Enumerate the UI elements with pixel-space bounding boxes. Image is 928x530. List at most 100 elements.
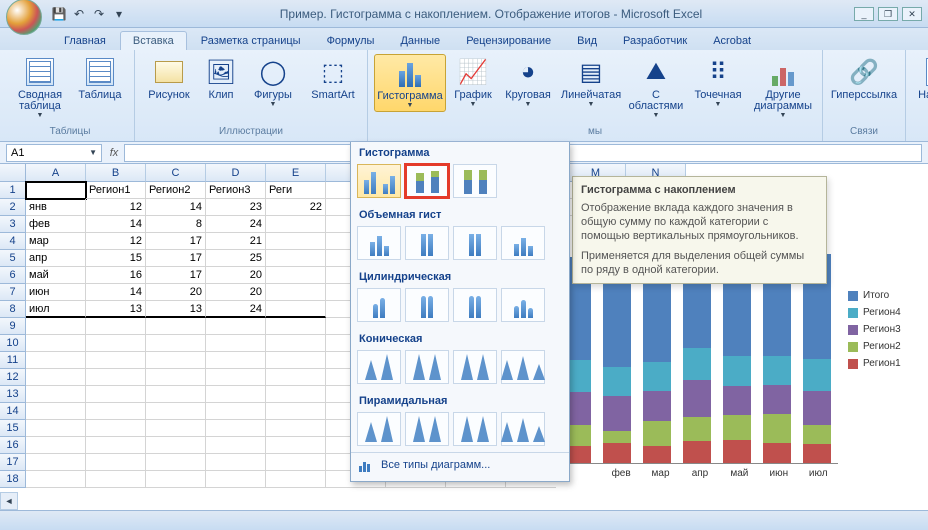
- cell[interactable]: [146, 386, 206, 403]
- row-header[interactable]: 17: [0, 454, 26, 471]
- clip-button[interactable]: 🖼Клип: [201, 54, 241, 103]
- cell[interactable]: [86, 386, 146, 403]
- redo-icon[interactable]: ↷: [90, 5, 108, 23]
- cell[interactable]: [146, 318, 206, 335]
- col-header[interactable]: C: [146, 164, 206, 182]
- row-header[interactable]: 12: [0, 369, 26, 386]
- cell[interactable]: [266, 216, 326, 233]
- row-header[interactable]: 18: [0, 471, 26, 488]
- cell[interactable]: [26, 403, 86, 420]
- cell[interactable]: янв: [26, 199, 86, 216]
- bar-chart-button[interactable]: ▤Линейчатая▼: [560, 54, 622, 110]
- office-button[interactable]: [6, 0, 42, 35]
- cell[interactable]: 21: [206, 233, 266, 250]
- cell[interactable]: апр: [26, 250, 86, 267]
- cell[interactable]: мар: [26, 233, 86, 250]
- row-header[interactable]: 10: [0, 335, 26, 352]
- cell[interactable]: [206, 437, 266, 454]
- cell[interactable]: 17: [146, 267, 206, 284]
- cell[interactable]: [146, 352, 206, 369]
- table-button[interactable]: Таблица: [72, 54, 128, 103]
- cell[interactable]: 16: [86, 267, 146, 284]
- row-header[interactable]: 15: [0, 420, 26, 437]
- 3d-stacked-item[interactable]: [405, 226, 449, 260]
- row-header[interactable]: 3: [0, 216, 26, 233]
- smartart-button[interactable]: ⬚SmartArt: [305, 54, 361, 103]
- 3d-clustered-item[interactable]: [357, 226, 401, 260]
- cell[interactable]: [86, 403, 146, 420]
- cell[interactable]: [86, 335, 146, 352]
- cell[interactable]: [26, 386, 86, 403]
- pie-chart-button[interactable]: ◕Круговая▼: [500, 54, 556, 110]
- cell[interactable]: [26, 335, 86, 352]
- select-all-corner[interactable]: [0, 164, 26, 182]
- tab-data[interactable]: Данные: [388, 32, 452, 50]
- cell[interactable]: [86, 352, 146, 369]
- cell[interactable]: [266, 386, 326, 403]
- cell[interactable]: июн: [26, 284, 86, 301]
- pyr-stacked-item[interactable]: [405, 412, 449, 446]
- row-header[interactable]: 14: [0, 403, 26, 420]
- cell[interactable]: 24: [206, 216, 266, 233]
- pyr-clustered-item[interactable]: [357, 412, 401, 446]
- cone-100stacked-item[interactable]: [453, 350, 497, 384]
- row-header[interactable]: 2: [0, 199, 26, 216]
- tab-acrobat[interactable]: Acrobat: [701, 32, 763, 50]
- row-header[interactable]: 7: [0, 284, 26, 301]
- cell[interactable]: [266, 437, 326, 454]
- col-header[interactable]: B: [86, 164, 146, 182]
- cell[interactable]: [26, 420, 86, 437]
- 3d-column-item[interactable]: [501, 226, 545, 260]
- cell[interactable]: 13: [146, 301, 206, 318]
- row-header[interactable]: 16: [0, 437, 26, 454]
- cell[interactable]: 13: [86, 301, 146, 318]
- cell[interactable]: [26, 471, 86, 488]
- pyr-3d-item[interactable]: [501, 412, 545, 446]
- cell[interactable]: [86, 318, 146, 335]
- cell[interactable]: [146, 369, 206, 386]
- cyl-100stacked-item[interactable]: [453, 288, 497, 322]
- worksheet-area[interactable]: 123456789101112131415161718 ABCDEIJKLMN …: [0, 164, 928, 510]
- cell[interactable]: май: [26, 267, 86, 284]
- cone-3d-item[interactable]: [501, 350, 545, 384]
- cell[interactable]: фев: [26, 216, 86, 233]
- fx-icon[interactable]: fx: [104, 147, 124, 159]
- cell[interactable]: [206, 403, 266, 420]
- cell[interactable]: [206, 318, 266, 335]
- cell[interactable]: 22: [266, 199, 326, 216]
- stacked-column-item[interactable]: [405, 164, 449, 198]
- cell[interactable]: [26, 352, 86, 369]
- col-header[interactable]: D: [206, 164, 266, 182]
- cell[interactable]: [146, 420, 206, 437]
- row-header[interactable]: 8: [0, 301, 26, 318]
- scatter-chart-button[interactable]: ⠿Точечная▼: [690, 54, 746, 110]
- cell[interactable]: [146, 471, 206, 488]
- cell[interactable]: [206, 420, 266, 437]
- pivot-table-button[interactable]: Сводная таблица▼: [12, 54, 68, 121]
- cell[interactable]: 23: [206, 199, 266, 216]
- cone-clustered-item[interactable]: [357, 350, 401, 384]
- cell[interactable]: [266, 352, 326, 369]
- cell[interactable]: [206, 386, 266, 403]
- pyr-100stacked-item[interactable]: [453, 412, 497, 446]
- cyl-3d-item[interactable]: [501, 288, 545, 322]
- cell[interactable]: [206, 369, 266, 386]
- close-button[interactable]: ✕: [902, 7, 922, 21]
- cell[interactable]: 20: [206, 284, 266, 301]
- cell[interactable]: [266, 267, 326, 284]
- textbox-button[interactable]: AНадпись: [912, 54, 928, 103]
- clustered-column-item[interactable]: [357, 164, 401, 198]
- cell[interactable]: Регион1: [86, 182, 146, 199]
- cell[interactable]: [266, 335, 326, 352]
- cell[interactable]: Регион2: [146, 182, 206, 199]
- restore-button[interactable]: ❐: [878, 7, 898, 21]
- cell[interactable]: [26, 437, 86, 454]
- tab-formulas[interactable]: Формулы: [315, 32, 387, 50]
- cone-stacked-item[interactable]: [405, 350, 449, 384]
- cell[interactable]: [266, 301, 326, 318]
- shapes-button[interactable]: ◯Фигуры▼: [245, 54, 301, 110]
- cell[interactable]: [26, 182, 86, 199]
- cell[interactable]: 17: [146, 233, 206, 250]
- cell[interactable]: 14: [146, 199, 206, 216]
- area-chart-button[interactable]: ⛰С областями▼: [626, 54, 686, 121]
